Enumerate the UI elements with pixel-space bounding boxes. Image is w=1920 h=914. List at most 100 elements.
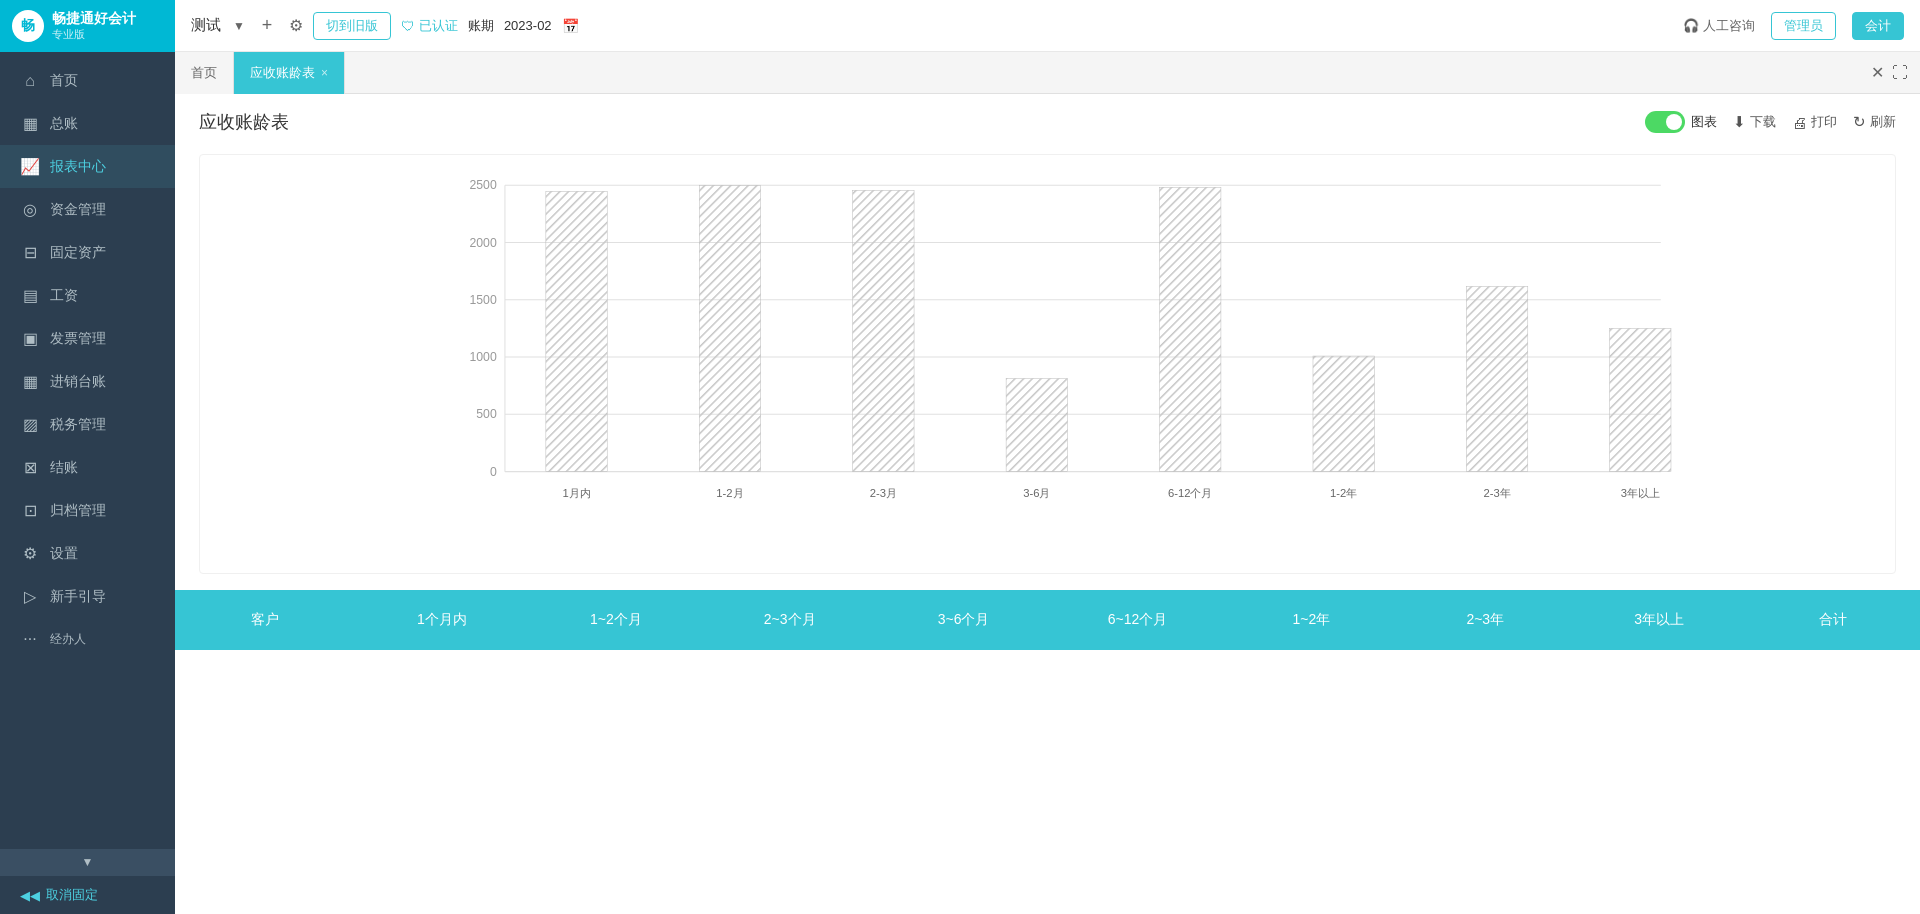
settings-btn[interactable]: ⚙ [289,16,303,35]
bar-1month [546,191,607,471]
page-title: 应收账龄表 [199,110,289,134]
close-window-btn[interactable]: ✕ [1871,63,1884,82]
svg-text:3年以上: 3年以上 [1621,487,1660,499]
download-btn[interactable]: ⬇ 下载 [1733,113,1776,131]
settings-icon: ⚙ [20,544,40,563]
sidebar-item-label: 新手引导 [50,588,106,606]
svg-text:500: 500 [476,407,497,421]
col-header-3-6month: 3~6个月 [877,611,1051,629]
sidebar-item-label: 结账 [50,459,78,477]
chart-container: 0 500 1000 1500 2000 2500 [199,154,1896,574]
sidebar-item-tax[interactable]: ▨ 税务管理 [0,403,175,446]
sidebar-item-trade[interactable]: ▦ 进销台账 [0,360,175,403]
sidebar-logo: 畅 畅捷通好会计 专业版 [0,0,175,52]
sidebar-item-home[interactable]: ⌂ 首页 [0,60,175,102]
sidebar-item-label: 资金管理 [50,201,106,219]
sidebar-item-label: 总账 [50,115,78,133]
shield-icon: 🛡 [401,18,415,34]
guide-icon: ▷ [20,587,40,606]
sidebar-item-more[interactable]: ··· 经办人 [0,618,175,660]
print-label: 打印 [1811,113,1837,131]
trade-icon: ▦ [20,372,40,391]
tab-close-btn[interactable]: × [321,66,328,80]
sidebar-item-label: 经办人 [50,631,86,648]
switch-version-btn[interactable]: 切到旧版 [313,12,391,40]
pin-label: 取消固定 [46,886,98,904]
service-btn[interactable]: 🎧 人工咨询 [1683,17,1755,35]
top-header: 测试 ▼ + ⚙ 切到旧版 🛡 已认证 账期 2023-02 📅 🎧 人工咨询 … [175,0,1920,52]
tab-receivable-aging[interactable]: 应收账龄表 × [234,52,345,94]
funds-icon: ◎ [20,200,40,219]
sidebar-item-assets[interactable]: ⊟ 固定资产 [0,231,175,274]
sidebar-item-label: 税务管理 [50,416,106,434]
sidebar-item-funds[interactable]: ◎ 资金管理 [0,188,175,231]
add-workspace-btn[interactable]: + [255,14,279,38]
col-header-1month: 1个月内 [355,611,529,629]
svg-text:1-2月: 1-2月 [716,487,743,499]
tabs-right-actions: ✕ ⛶ [1871,63,1920,82]
svg-text:1500: 1500 [469,293,496,307]
fullscreen-btn[interactable]: ⛶ [1892,64,1908,82]
invoice-icon: ▣ [20,329,40,348]
sidebar-item-invoice[interactable]: ▣ 发票管理 [0,317,175,360]
col-header-total: 合计 [1746,611,1920,629]
tax-icon: ▨ [20,415,40,434]
sidebar-item-settings[interactable]: ⚙ 设置 [0,532,175,575]
more-icon: ··· [20,630,40,648]
bar-6-12month [1160,187,1221,471]
workspace-title: 测试 [191,16,221,35]
manager-btn[interactable]: 管理员 [1771,12,1836,40]
sidebar-pin-btn[interactable]: ◀◀ 取消固定 [0,875,175,914]
svg-text:2-3月: 2-3月 [870,487,897,499]
sidebar-item-guide[interactable]: ▷ 新手引导 [0,575,175,618]
sidebar-item-close-account[interactable]: ⊠ 结账 [0,446,175,489]
sidebar-item-salary[interactable]: ▤ 工资 [0,274,175,317]
tab-home[interactable]: 首页 [175,52,234,94]
tab-active-label: 应收账龄表 [250,64,315,82]
bar-2-3month [853,190,914,471]
svg-text:1-2年: 1-2年 [1330,487,1357,499]
page-header: 应收账龄表 图表 ⬇ 下载 🖨 打印 ↻ [175,94,1920,146]
tab-home-label: 首页 [191,64,217,82]
sidebar-item-label: 设置 [50,545,78,563]
svg-text:2-3年: 2-3年 [1483,487,1510,499]
app-name: 畅捷通好会计 [52,10,136,27]
sidebar-item-label: 首页 [50,72,78,90]
download-label: 下载 [1750,113,1776,131]
chart-toggle-switch[interactable] [1645,111,1685,133]
download-icon: ⬇ [1733,113,1746,131]
sidebar: 畅 畅捷通好会计 专业版 ⌂ 首页 ▦ 总账 📈 报表中心 ◎ 资金管理 ⊟ 固… [0,0,175,914]
accountant-btn[interactable]: 会计 [1852,12,1904,40]
header-right: 🎧 人工咨询 管理员 会计 [1683,12,1904,40]
svg-text:6-12个月: 6-12个月 [1168,487,1213,499]
svg-text:2500: 2500 [469,178,496,192]
sidebar-menu: ⌂ 首页 ▦ 总账 📈 报表中心 ◎ 资金管理 ⊟ 固定资产 ▤ 工资 ▣ 发票… [0,52,175,849]
col-header-6-12month: 6~12个月 [1051,611,1225,629]
refresh-btn[interactable]: ↻ 刷新 [1853,113,1896,131]
pin-icon: ◀◀ [20,888,40,903]
col-header-2-3month: 2~3个月 [703,611,877,629]
close-account-icon: ⊠ [20,458,40,477]
chart-toggle-group: 图表 [1645,111,1717,133]
sidebar-item-reports[interactable]: 📈 报表中心 [0,145,175,188]
calendar-icon[interactable]: 📅 [562,18,579,34]
sidebar-item-label: 归档管理 [50,502,106,520]
col-header-3plus-year: 3年以上 [1572,611,1746,629]
chart-toggle-label: 图表 [1691,113,1717,131]
sidebar-item-label: 发票管理 [50,330,106,348]
print-btn[interactable]: 🖨 打印 [1792,113,1837,131]
tabs-bar: 首页 应收账龄表 × ✕ ⛶ [175,52,1920,94]
sidebar-scroll-down[interactable]: ▼ [0,849,175,875]
svg-text:1000: 1000 [469,350,496,364]
home-icon: ⌂ [20,72,40,90]
logo-text-block: 畅捷通好会计 专业版 [52,10,136,42]
col-header-1-2month: 1~2个月 [529,611,703,629]
sidebar-item-archive[interactable]: ⊡ 归档管理 [0,489,175,532]
svg-text:1月内: 1月内 [562,487,590,499]
refresh-label: 刷新 [1870,113,1896,131]
col-header-1-2year: 1~2年 [1224,611,1398,629]
table-header: 客户 1个月内 1~2个月 2~3个月 3~6个月 6~12个月 1~2年 2~… [175,590,1920,650]
sidebar-item-ledger[interactable]: ▦ 总账 [0,102,175,145]
workspace-dropdown[interactable]: ▼ [233,19,245,33]
assets-icon: ⊟ [20,243,40,262]
